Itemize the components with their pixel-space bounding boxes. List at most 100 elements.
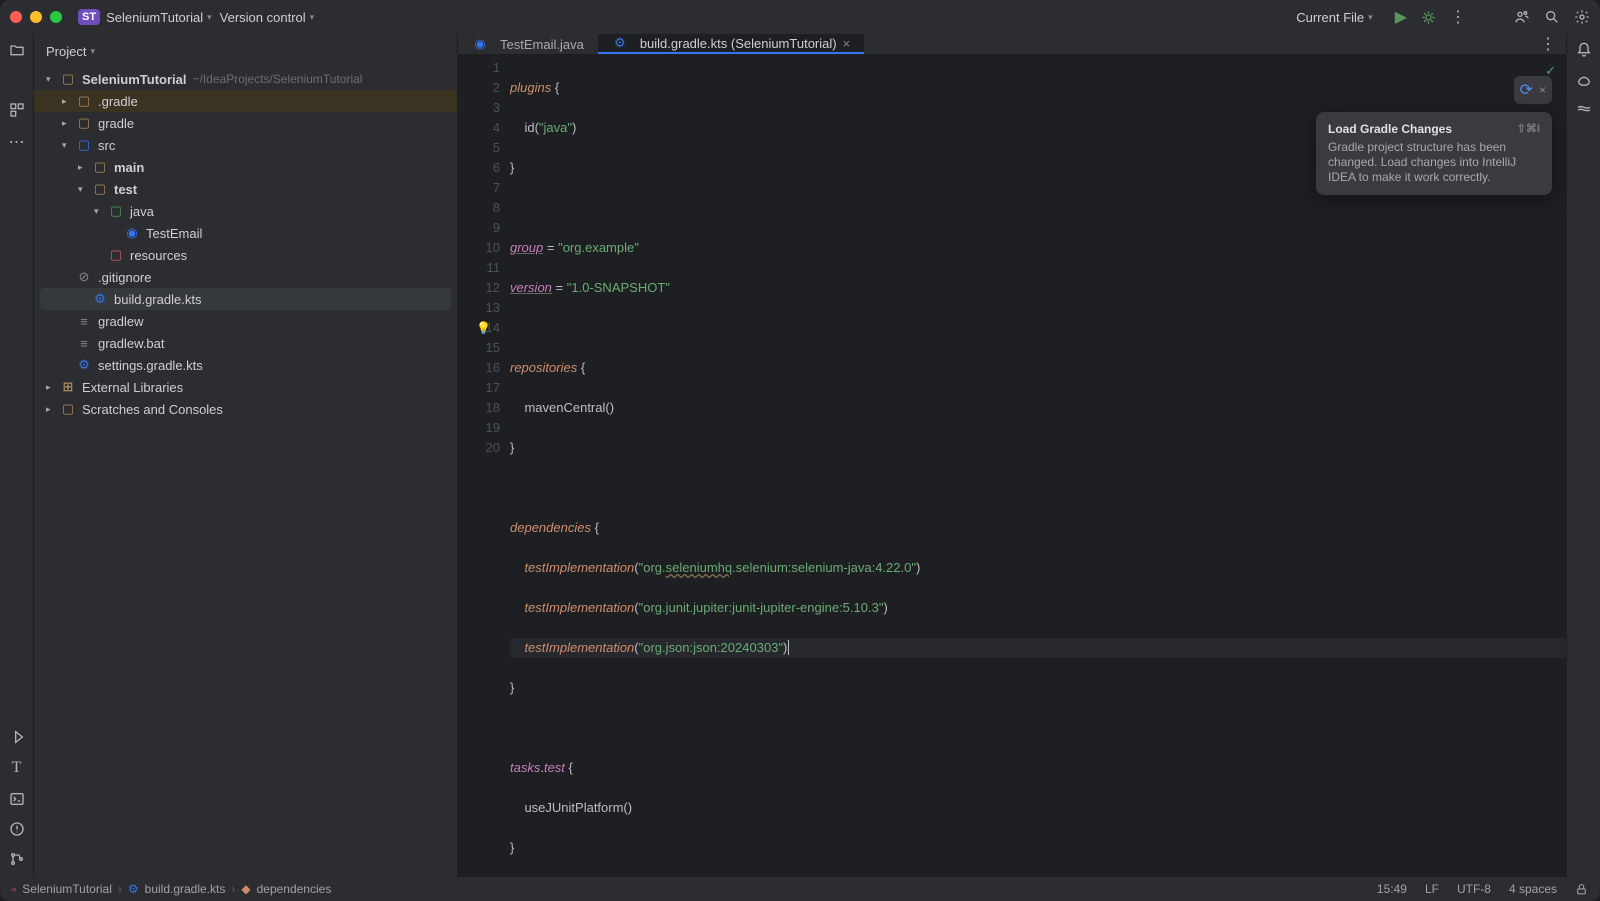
chevron-down-icon: ▾: [310, 12, 315, 23]
tree-item-ext-libs[interactable]: ▸⊞External Libraries: [34, 376, 457, 398]
right-tool-rail: [1566, 34, 1600, 877]
ai-tool-icon[interactable]: [1576, 102, 1592, 118]
chevron-down-icon: ▾: [207, 12, 212, 23]
tree-item-gitignore[interactable]: ⊘.gitignore: [34, 266, 457, 288]
readonly-lock-icon[interactable]: [1575, 883, 1588, 896]
tree-label: src: [98, 138, 115, 153]
tree-label: TestEmail: [146, 226, 202, 241]
notifications-icon[interactable]: [1576, 42, 1592, 58]
structure-tool-icon[interactable]: [9, 102, 25, 118]
titlebar: ST SeleniumTutorial ▾ Version control ▾ Cu…: [0, 0, 1600, 34]
project-badge: ST: [78, 9, 100, 25]
tree-label: .gradle: [98, 94, 138, 109]
debug-icon[interactable]: [1421, 10, 1436, 25]
build-tool-icon[interactable]: [9, 729, 25, 745]
tree-label: java: [130, 204, 154, 219]
intention-bulb-icon[interactable]: 💡: [476, 318, 491, 338]
editor-zone: ◉TestEmail.java ⚙build.gradle.kts (Selen…: [458, 34, 1566, 877]
tree-item-gradle-dot[interactable]: ▸▢.gradle: [34, 90, 457, 112]
tab-more-icon[interactable]: ⋮: [1540, 34, 1556, 54]
tree-item-test[interactable]: ▾▢test: [34, 178, 457, 200]
collaborate-icon[interactable]: [1514, 9, 1530, 25]
breadcrumb-item[interactable]: build.gradle.kts: [145, 882, 226, 896]
tree-label: main: [114, 160, 144, 175]
project-name: SeleniumTutorial: [106, 10, 203, 25]
line-separator[interactable]: LF: [1425, 882, 1439, 896]
tree-item-gradlew-bat[interactable]: ≡gradlew.bat: [34, 332, 457, 354]
tree-label: .gitignore: [98, 270, 151, 285]
tooltip-title: Load Gradle Changes: [1328, 122, 1452, 136]
tree-root-label: SeleniumTutorial: [82, 72, 187, 87]
window-controls: [10, 11, 62, 23]
maximize-window[interactable]: [50, 11, 62, 23]
project-menu[interactable]: SeleniumTutorial ▾: [106, 10, 212, 25]
vcs-menu[interactable]: Version control ▾: [220, 10, 315, 25]
tree-item-src[interactable]: ▾▢src: [34, 134, 457, 156]
tree-item-scratches[interactable]: ▸▢Scratches and Consoles: [34, 398, 457, 420]
breadcrumb-item[interactable]: SeleniumTutorial: [22, 882, 112, 896]
tree-label: resources: [130, 248, 187, 263]
tooltip-shortcut: ⇧⌘I: [1517, 122, 1540, 136]
gradle-icon: ⚙: [128, 882, 139, 896]
close-tab-icon[interactable]: ×: [843, 36, 851, 51]
project-tool-icon[interactable]: [9, 42, 25, 58]
left-tool-rail: ⋯ T: [0, 34, 34, 877]
gradle-tooltip: Load Gradle Changes ⇧⌘I Gradle project st…: [1316, 112, 1552, 195]
search-icon[interactable]: [1544, 9, 1560, 25]
close-window[interactable]: [10, 11, 22, 23]
problems-tool-icon[interactable]: [9, 821, 25, 837]
tree-label: External Libraries: [82, 380, 183, 395]
run-config-label: Current File: [1296, 10, 1364, 25]
git-tool-icon[interactable]: [9, 851, 25, 867]
more-icon[interactable]: ⋮: [1450, 7, 1466, 27]
tree-item-testemail[interactable]: ◉TestEmail: [34, 222, 457, 244]
sidebar-title: Project: [46, 44, 86, 59]
tree-item-gradlew[interactable]: ≡gradlew: [34, 310, 457, 332]
terminal-tool-icon[interactable]: [9, 791, 25, 807]
tree-label: gradlew.bat: [98, 336, 165, 351]
tree-label: gradle: [98, 116, 134, 131]
tree-label: test: [114, 182, 137, 197]
chevron-down-icon: ▾: [90, 46, 95, 57]
tab-build-gradle[interactable]: ⚙build.gradle.kts (SeleniumTutorial)×: [598, 34, 864, 54]
more-tools-icon[interactable]: ⋯: [9, 132, 25, 152]
tree-label: settings.gradle.kts: [98, 358, 203, 373]
close-icon[interactable]: ×: [1539, 83, 1546, 97]
gradle-reload-badge[interactable]: ⟳ ×: [1514, 76, 1552, 104]
editor-tabs: ◉TestEmail.java ⚙build.gradle.kts (Selen…: [458, 34, 1566, 55]
project-tree: ▾▢SeleniumTutorial~/IdeaProjects/Seleniu…: [34, 68, 457, 420]
tooltip-body: Gradle project structure has been change…: [1328, 140, 1540, 185]
project-sidebar: Project ▾ ▾▢SeleniumTutorial~/IdeaProjec…: [34, 34, 458, 877]
tree-root-path: ~/IdeaProjects/SeleniumTutorial: [193, 72, 363, 86]
gradle-tool-icon[interactable]: [1576, 72, 1592, 88]
tree-item-java[interactable]: ▾▢java: [34, 200, 457, 222]
java-icon: ◉: [472, 36, 488, 52]
tree-item-gradle[interactable]: ▸▢gradle: [34, 112, 457, 134]
run-config-selector[interactable]: Current File ▾: [1296, 10, 1372, 25]
text-tool-icon[interactable]: T: [12, 759, 22, 777]
statusbar: ▫ SeleniumTutorial › ⚙ build.gradle.kts …: [0, 877, 1600, 901]
tree-root[interactable]: ▾▢SeleniumTutorial~/IdeaProjects/Seleniu…: [34, 68, 457, 90]
run-icon[interactable]: ▶: [1395, 7, 1407, 27]
tree-label: build.gradle.kts: [114, 292, 201, 307]
gradle-icon: ⚙: [612, 35, 628, 51]
tab-testemail[interactable]: ◉TestEmail.java: [458, 34, 598, 54]
chevron-down-icon: ▾: [1368, 12, 1373, 23]
indent-setting[interactable]: 4 spaces: [1509, 882, 1557, 896]
tree-item-build-gradle[interactable]: ⚙build.gradle.kts: [40, 288, 451, 310]
breadcrumb-item[interactable]: dependencies: [257, 882, 332, 896]
module-icon: ▫: [12, 882, 16, 896]
tree-item-settings-gradle[interactable]: ⚙settings.gradle.kts: [34, 354, 457, 376]
cursor-position[interactable]: 15:49: [1377, 882, 1407, 896]
settings-icon[interactable]: [1574, 9, 1590, 25]
sidebar-header[interactable]: Project ▾: [34, 34, 457, 68]
vcs-label: Version control: [220, 10, 306, 25]
tree-item-main[interactable]: ▸▢main: [34, 156, 457, 178]
minimize-window[interactable]: [30, 11, 42, 23]
tree-label: Scratches and Consoles: [82, 402, 223, 417]
gradle-elephant-icon: ⟳: [1520, 80, 1533, 100]
tree-item-resources[interactable]: ▢resources: [34, 244, 457, 266]
editor-gutter: 12345678910111213 💡14 151617181920: [458, 55, 510, 877]
breadcrumb[interactable]: ▫ SeleniumTutorial › ⚙ build.gradle.kts …: [12, 882, 331, 896]
file-encoding[interactable]: UTF-8: [1457, 882, 1491, 896]
